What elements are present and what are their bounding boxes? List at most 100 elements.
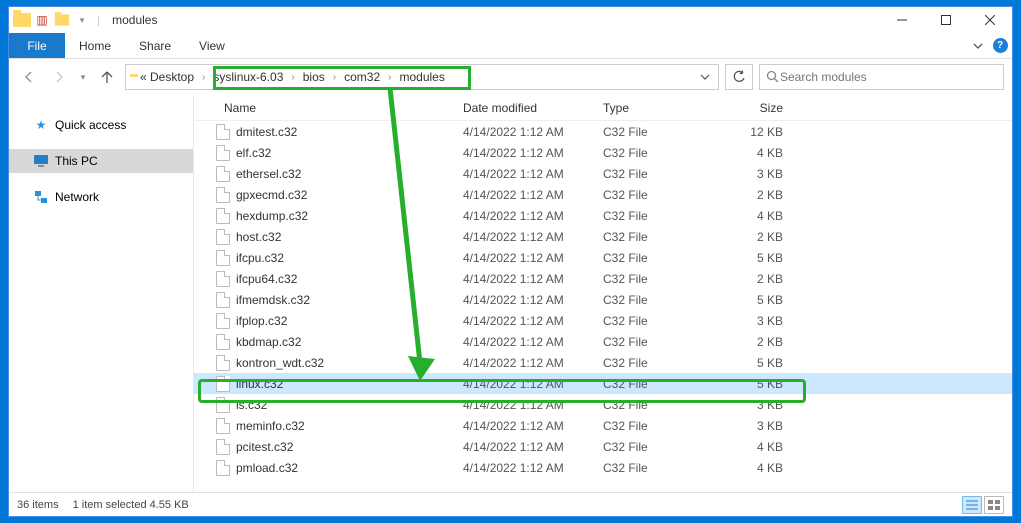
file-date: 4/14/2022 1:12 AM xyxy=(453,440,593,454)
file-type: C32 File xyxy=(593,125,711,139)
content-area: Name Date modified Type Size dmitest.c32… xyxy=(194,95,1012,492)
file-icon xyxy=(216,208,230,224)
file-name: kontron_wdt.c32 xyxy=(236,356,324,370)
file-type: C32 File xyxy=(593,461,711,475)
tab-home[interactable]: Home xyxy=(65,33,125,58)
file-row[interactable]: ifplop.c324/14/2022 1:12 AMC32 File3 KB xyxy=(194,310,1012,331)
tab-share[interactable]: Share xyxy=(125,33,185,58)
crumb-3[interactable]: modules xyxy=(393,65,450,89)
qat-dropdown-icon[interactable]: ▾ xyxy=(73,11,91,29)
chevron-right-icon[interactable]: › xyxy=(331,72,338,83)
file-row[interactable]: linux.c324/14/2022 1:12 AMC32 File5 KB xyxy=(194,373,1012,394)
close-button[interactable] xyxy=(968,7,1012,33)
crumb-2[interactable]: com32 xyxy=(338,65,386,89)
file-date: 4/14/2022 1:12 AM xyxy=(453,314,593,328)
file-name: ifmemdsk.c32 xyxy=(236,293,310,307)
view-icons-button[interactable] xyxy=(984,496,1004,514)
status-selection: 1 item selected 4.55 KB xyxy=(73,499,189,511)
file-row[interactable]: ethersel.c324/14/2022 1:12 AMC32 File3 K… xyxy=(194,163,1012,184)
file-type: C32 File xyxy=(593,314,711,328)
file-icon xyxy=(216,355,230,371)
file-row[interactable]: gpxecmd.c324/14/2022 1:12 AMC32 File2 KB xyxy=(194,184,1012,205)
file-row[interactable]: kontron_wdt.c324/14/2022 1:12 AMC32 File… xyxy=(194,352,1012,373)
file-row[interactable]: elf.c324/14/2022 1:12 AMC32 File4 KB xyxy=(194,142,1012,163)
file-name: ifcpu.c32 xyxy=(236,251,284,265)
file-size: 3 KB xyxy=(711,419,801,433)
file-size: 5 KB xyxy=(711,377,801,391)
file-icon xyxy=(216,313,230,329)
file-icon xyxy=(216,166,230,182)
file-row[interactable]: ifcpu64.c324/14/2022 1:12 AMC32 File2 KB xyxy=(194,268,1012,289)
tab-view[interactable]: View xyxy=(185,33,239,58)
chevron-right-icon[interactable]: › xyxy=(386,72,393,83)
file-row[interactable]: pcitest.c324/14/2022 1:12 AMC32 File4 KB xyxy=(194,436,1012,457)
file-name: dmitest.c32 xyxy=(236,125,297,139)
forward-button[interactable] xyxy=(47,65,71,89)
sidebar-item-quick-access[interactable]: ★ Quick access xyxy=(9,113,193,137)
file-date: 4/14/2022 1:12 AM xyxy=(453,209,593,223)
file-size: 4 KB xyxy=(711,461,801,475)
maximize-button[interactable] xyxy=(924,7,968,33)
file-type: C32 File xyxy=(593,419,711,433)
crumb-prefix[interactable]: « Desktop xyxy=(134,65,200,89)
file-type: C32 File xyxy=(593,272,711,286)
address-bar[interactable]: « Desktop › syslinux-6.03 › bios › com32… xyxy=(125,64,719,90)
file-row[interactable]: ifmemdsk.c324/14/2022 1:12 AMC32 File5 K… xyxy=(194,289,1012,310)
file-row[interactable]: host.c324/14/2022 1:12 AMC32 File2 KB xyxy=(194,226,1012,247)
file-type: C32 File xyxy=(593,335,711,349)
star-icon: ★ xyxy=(33,117,49,133)
sidebar-item-network[interactable]: Network xyxy=(9,185,193,209)
chevron-right-icon[interactable]: › xyxy=(200,72,207,83)
column-date[interactable]: Date modified xyxy=(453,101,593,115)
ribbon: File Home Share View ? xyxy=(9,33,1012,59)
sidebar-item-this-pc[interactable]: This PC xyxy=(9,149,193,173)
view-details-button[interactable] xyxy=(962,496,982,514)
file-size: 4 KB xyxy=(711,209,801,223)
file-icon xyxy=(216,250,230,266)
help-button[interactable]: ? xyxy=(988,33,1012,58)
navbar: ▾ « Desktop › syslinux-6.03 › bios › com… xyxy=(9,59,1012,95)
back-button[interactable] xyxy=(17,65,41,89)
file-type: C32 File xyxy=(593,440,711,454)
column-type[interactable]: Type xyxy=(593,101,711,115)
file-row[interactable]: hexdump.c324/14/2022 1:12 AMC32 File4 KB xyxy=(194,205,1012,226)
sidebar-item-label: Quick access xyxy=(55,118,126,132)
file-row[interactable]: ifcpu.c324/14/2022 1:12 AMC32 File5 KB xyxy=(194,247,1012,268)
expand-ribbon-icon[interactable] xyxy=(968,33,988,58)
crumb-1[interactable]: bios xyxy=(297,65,331,89)
file-row[interactable]: ls.c324/14/2022 1:12 AMC32 File3 KB xyxy=(194,394,1012,415)
search-input[interactable] xyxy=(780,70,997,84)
qat-newfolder-icon[interactable] xyxy=(53,11,71,29)
recent-dropdown-icon[interactable]: ▾ xyxy=(77,65,89,89)
file-name: meminfo.c32 xyxy=(236,419,305,433)
file-tab[interactable]: File xyxy=(9,33,65,58)
crumb-0[interactable]: syslinux-6.03 xyxy=(207,65,289,89)
refresh-button[interactable] xyxy=(725,64,753,90)
monitor-icon xyxy=(33,153,49,169)
file-row[interactable]: meminfo.c324/14/2022 1:12 AMC32 File3 KB xyxy=(194,415,1012,436)
file-date: 4/14/2022 1:12 AM xyxy=(453,146,593,160)
file-icon xyxy=(216,334,230,350)
file-type: C32 File xyxy=(593,146,711,160)
search-box[interactable] xyxy=(759,64,1004,90)
chevron-right-icon[interactable]: › xyxy=(289,72,296,83)
file-name: host.c32 xyxy=(236,230,281,244)
file-row[interactable]: pmload.c324/14/2022 1:12 AMC32 File4 KB xyxy=(194,457,1012,478)
column-size[interactable]: Size xyxy=(711,101,801,115)
file-type: C32 File xyxy=(593,230,711,244)
window-title: modules xyxy=(112,13,157,27)
qat-properties-icon[interactable]: ▥ xyxy=(33,11,51,29)
sidebar-item-label: Network xyxy=(55,190,99,204)
up-button[interactable] xyxy=(95,65,119,89)
file-name: ifplop.c32 xyxy=(236,314,287,328)
column-name[interactable]: Name xyxy=(194,101,453,115)
minimize-button[interactable] xyxy=(880,7,924,33)
file-date: 4/14/2022 1:12 AM xyxy=(453,293,593,307)
file-size: 2 KB xyxy=(711,335,801,349)
file-row[interactable]: kbdmap.c324/14/2022 1:12 AMC32 File2 KB xyxy=(194,331,1012,352)
file-icon xyxy=(216,145,230,161)
file-icon xyxy=(216,187,230,203)
file-date: 4/14/2022 1:12 AM xyxy=(453,188,593,202)
file-row[interactable]: dmitest.c324/14/2022 1:12 AMC32 File12 K… xyxy=(194,121,1012,142)
address-dropdown-icon[interactable] xyxy=(696,72,714,82)
